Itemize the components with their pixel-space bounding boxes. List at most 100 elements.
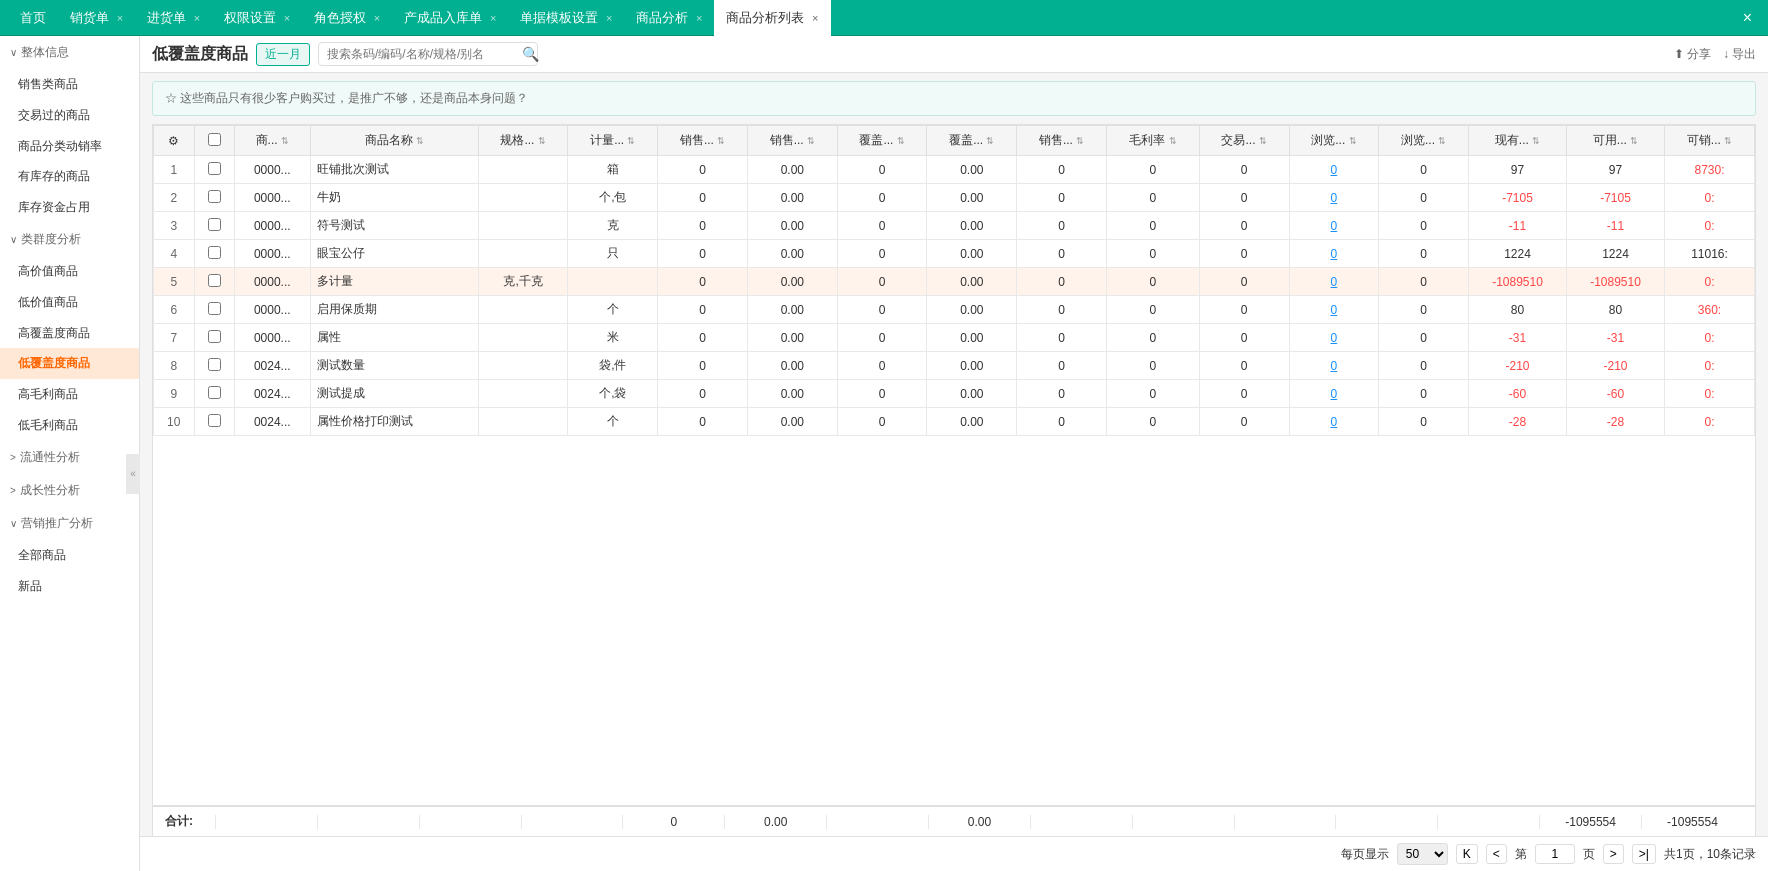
nav-close-analysis-list[interactable]: ×: [812, 12, 818, 24]
col-unit[interactable]: 计量... ⇅: [568, 126, 658, 156]
summary-stock2: -1095554: [1641, 815, 1743, 829]
nav-close-analysis[interactable]: ×: [696, 12, 702, 24]
row-checkbox[interactable]: [208, 302, 221, 315]
cell-browse1[interactable]: 0: [1289, 352, 1379, 380]
nav-close-sales[interactable]: ×: [117, 12, 123, 24]
search-input[interactable]: [318, 42, 538, 66]
sidebar-item-category-rate[interactable]: 商品分类动销率: [0, 131, 139, 162]
sidebar-item-new-goods[interactable]: 新品: [0, 571, 139, 602]
settings-icon[interactable]: ⚙: [168, 134, 179, 148]
next-page-button[interactable]: >: [1603, 844, 1624, 864]
cell-browse1[interactable]: 0: [1289, 408, 1379, 436]
cell-checkbox[interactable]: [194, 156, 234, 184]
nav-purchase[interactable]: 进货单 ×: [135, 0, 212, 36]
sidebar-item-low-margin[interactable]: 低毛利商品: [0, 410, 139, 441]
sidebar-item-sales-goods[interactable]: 销售类商品: [0, 69, 139, 100]
sidebar-section-cluster[interactable]: ∨ 类群度分析: [0, 223, 139, 256]
row-checkbox[interactable]: [208, 218, 221, 231]
row-checkbox[interactable]: [208, 358, 221, 371]
prev-page-button[interactable]: <: [1486, 844, 1507, 864]
cell-browse1[interactable]: 0: [1289, 268, 1379, 296]
sidebar-section-marketing[interactable]: ∨ 营销推广分析: [0, 507, 139, 540]
sidebar-section-growth[interactable]: > 成长性分析: [0, 474, 139, 507]
col-cover1[interactable]: 覆盖... ⇅: [837, 126, 927, 156]
cell-browse1[interactable]: 0: [1289, 212, 1379, 240]
data-table-wrapper[interactable]: ⚙ 商... ⇅ 商品名称 ⇅ 规格... ⇅ 计量... ⇅ 销售... ⇅ …: [152, 124, 1756, 806]
nav-close-permission[interactable]: ×: [284, 12, 290, 24]
col-name[interactable]: 商品名称 ⇅: [311, 126, 479, 156]
col-cover2[interactable]: 覆盖... ⇅: [927, 126, 1017, 156]
col-sales-amt[interactable]: 销售... ⇅: [747, 126, 837, 156]
cell-checkbox[interactable]: [194, 212, 234, 240]
sidebar-item-stock-goods[interactable]: 有库存的商品: [0, 161, 139, 192]
cell-browse1[interactable]: 0: [1289, 184, 1379, 212]
nav-template[interactable]: 单据模板设置 ×: [508, 0, 624, 36]
nav-analysis[interactable]: 商品分析 ×: [624, 0, 714, 36]
col-sales3[interactable]: 销售... ⇅: [1017, 126, 1107, 156]
col-checkbox[interactable]: [194, 126, 234, 156]
col-trade[interactable]: 交易... ⇅: [1199, 126, 1289, 156]
sidebar-collapse-button[interactable]: «: [126, 454, 140, 494]
cell-stock3: 0:: [1665, 212, 1755, 240]
page-number-input[interactable]: [1535, 844, 1575, 864]
cell-checkbox[interactable]: [194, 268, 234, 296]
row-checkbox[interactable]: [208, 414, 221, 427]
col-sales-qty[interactable]: 销售... ⇅: [658, 126, 748, 156]
nav-role[interactable]: 角色授权 ×: [302, 0, 392, 36]
sidebar-item-high-coverage[interactable]: 高覆盖度商品: [0, 318, 139, 349]
filter-button[interactable]: 近一月: [256, 43, 310, 66]
sidebar-item-high-value[interactable]: 高价值商品: [0, 256, 139, 287]
cell-checkbox[interactable]: [194, 408, 234, 436]
row-checkbox[interactable]: [208, 274, 221, 287]
row-checkbox[interactable]: [208, 330, 221, 343]
col-browse2[interactable]: 浏览... ⇅: [1379, 126, 1469, 156]
cell-checkbox[interactable]: [194, 240, 234, 268]
last-page-button[interactable]: >|: [1632, 844, 1656, 864]
cell-browse1[interactable]: 0: [1289, 324, 1379, 352]
sidebar-item-low-value[interactable]: 低价值商品: [0, 287, 139, 318]
nav-close-template[interactable]: ×: [606, 12, 612, 24]
cell-checkbox[interactable]: [194, 352, 234, 380]
col-margin[interactable]: 毛利率 ⇅: [1106, 126, 1199, 156]
row-checkbox[interactable]: [208, 190, 221, 203]
close-all-button[interactable]: ×: [1735, 9, 1760, 27]
sidebar-item-capital[interactable]: 库存资金占用: [0, 192, 139, 223]
col-browse1[interactable]: 浏览... ⇅: [1289, 126, 1379, 156]
cell-browse1[interactable]: 0: [1289, 380, 1379, 408]
nav-permission[interactable]: 权限设置 ×: [212, 0, 302, 36]
nav-close-purchase[interactable]: ×: [194, 12, 200, 24]
nav-analysis-list[interactable]: 商品分析列表 ×: [714, 0, 830, 36]
nav-close-role[interactable]: ×: [374, 12, 380, 24]
sidebar-section-overall[interactable]: ∨ 整体信息: [0, 36, 139, 69]
row-checkbox[interactable]: [208, 246, 221, 259]
cell-browse1[interactable]: 0: [1289, 296, 1379, 324]
row-checkbox[interactable]: [208, 162, 221, 175]
select-all-checkbox[interactable]: [208, 133, 221, 146]
cell-checkbox[interactable]: [194, 380, 234, 408]
col-stock2[interactable]: 可用... ⇅: [1567, 126, 1665, 156]
nav-finished[interactable]: 产成品入库单 ×: [392, 0, 508, 36]
nav-close-finished[interactable]: ×: [490, 12, 496, 24]
share-button[interactable]: ⬆ 分享: [1674, 46, 1711, 63]
export-button[interactable]: ↓ 导出: [1723, 46, 1756, 63]
first-page-button[interactable]: K: [1456, 844, 1478, 864]
cell-checkbox[interactable]: [194, 184, 234, 212]
per-page-select[interactable]: 50 10 20 100: [1397, 843, 1448, 865]
col-stock3[interactable]: 可销... ⇅: [1665, 126, 1755, 156]
cell-checkbox[interactable]: [194, 324, 234, 352]
nav-home[interactable]: 首页: [8, 0, 58, 36]
cell-checkbox[interactable]: [194, 296, 234, 324]
sidebar-item-all-goods[interactable]: 全部商品: [0, 540, 139, 571]
col-settings[interactable]: ⚙: [154, 126, 195, 156]
col-code[interactable]: 商... ⇅: [234, 126, 310, 156]
sidebar-item-traded-goods[interactable]: 交易过的商品: [0, 100, 139, 131]
nav-sales[interactable]: 销货单 ×: [58, 0, 135, 36]
row-checkbox[interactable]: [208, 386, 221, 399]
col-stock1[interactable]: 现有... ⇅: [1469, 126, 1567, 156]
sidebar-item-low-coverage[interactable]: 低覆盖度商品: [0, 348, 139, 379]
cell-browse1[interactable]: 0: [1289, 240, 1379, 268]
sidebar-item-high-margin[interactable]: 高毛利商品: [0, 379, 139, 410]
col-spec[interactable]: 规格... ⇅: [478, 126, 568, 156]
cell-browse1[interactable]: 0: [1289, 156, 1379, 184]
sidebar-section-flow[interactable]: > 流通性分析: [0, 441, 139, 474]
